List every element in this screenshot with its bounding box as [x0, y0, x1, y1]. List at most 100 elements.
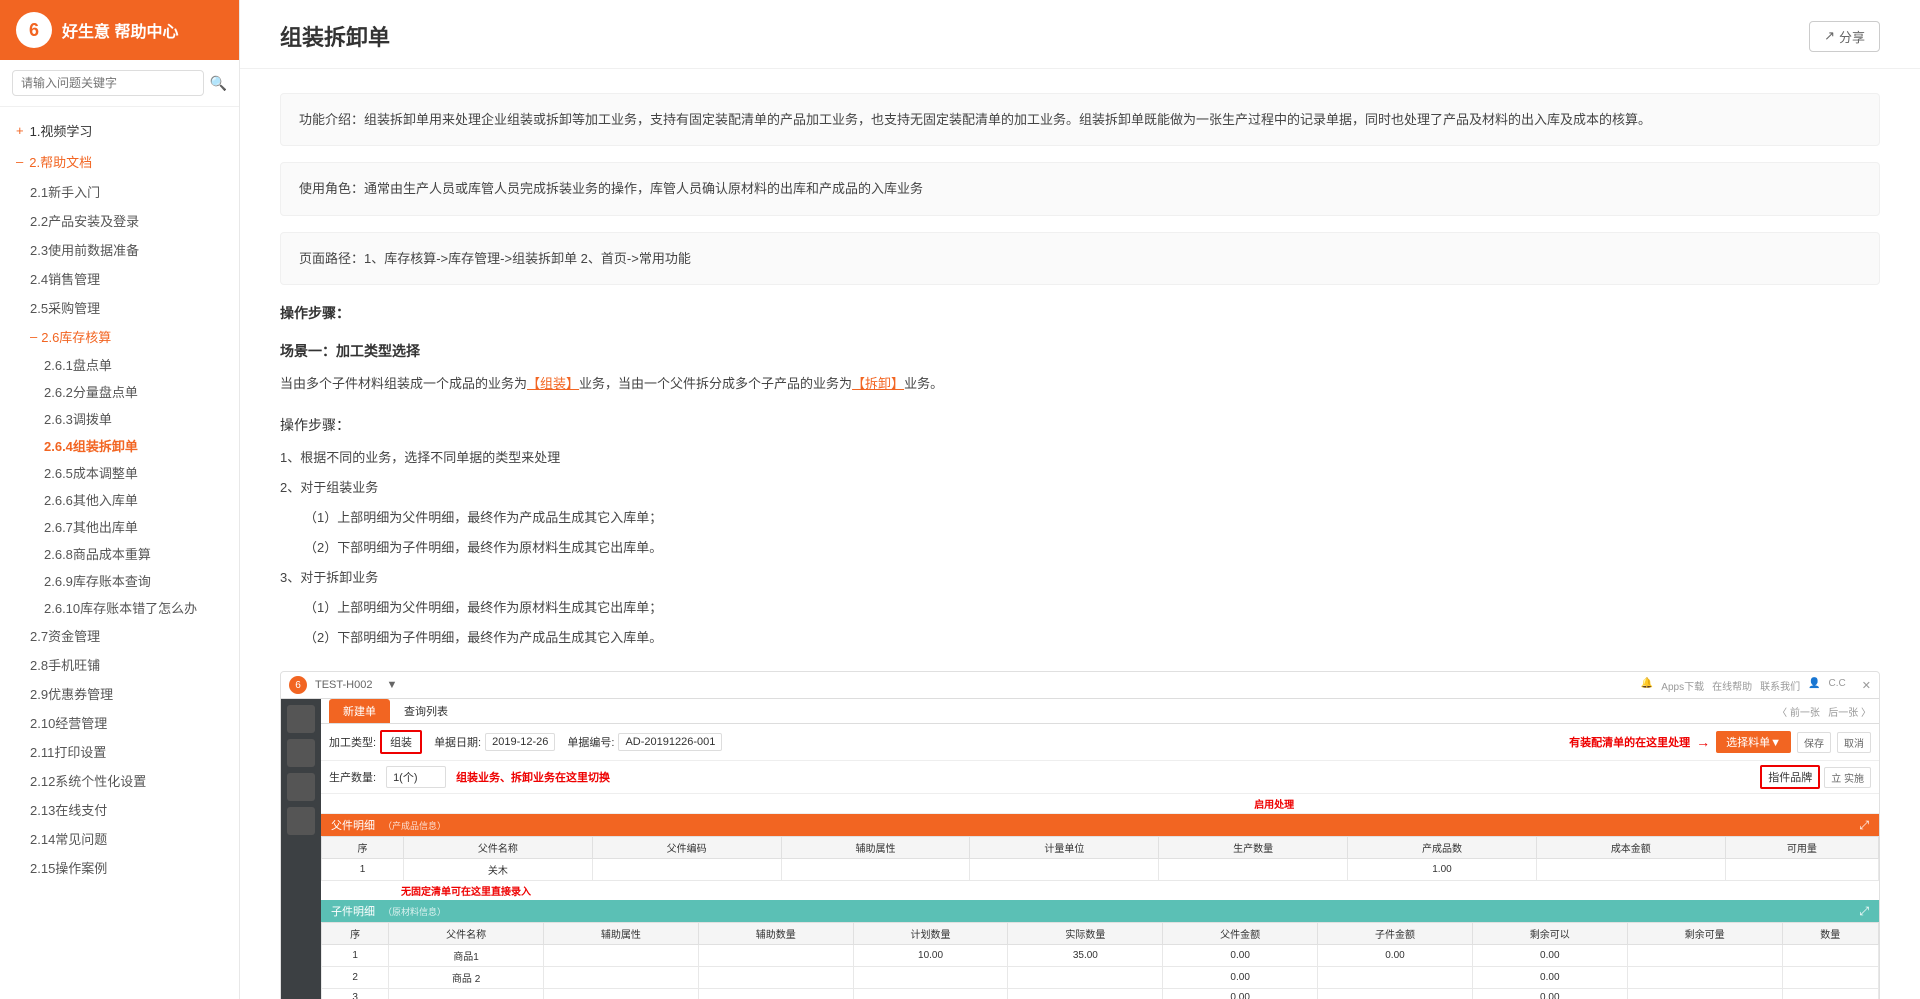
- mock-lth-remain2: 剩余可量: [1627, 923, 1782, 945]
- sidebar-item-other-out[interactable]: 2.6.7其他出库单: [0, 513, 239, 540]
- page-title: 组装拆卸单: [280, 20, 390, 52]
- mock-nav-icon-3: [287, 773, 315, 801]
- sidebar-item-customize[interactable]: 2.12系统个性化设置: [0, 766, 239, 795]
- mock-annotation4-row: 无固定清单可在这里直接录入: [321, 881, 1879, 900]
- mock-quantity-label: 生产数量:: [329, 769, 376, 785]
- sidebar-item-assembly[interactable]: 2.6.4组装拆卸单: [0, 432, 239, 459]
- search-icon[interactable]: 🔍: [210, 75, 227, 92]
- sidebar-item-partial-stocktake[interactable]: 2.6.2分量盘点单: [0, 378, 239, 405]
- search-input[interactable]: [12, 70, 204, 96]
- mock-tab-list[interactable]: 查询列表: [390, 699, 462, 723]
- mock-icon-contact: 联系我们: [1760, 678, 1800, 693]
- main-content: 组装拆卸单 ↗ 分享 功能介绍：组装拆卸单用来处理企业组装或拆卸等加工业务，支持…: [240, 0, 1920, 999]
- function-intro-text: 功能介绍：组装拆卸单用来处理企业组装或拆卸等加工业务，支持有固定装配清单的产品加…: [299, 112, 1651, 127]
- mock-top-icons: 🔔 Apps下载 在线帮助 联系我们 👤 C.C: [1641, 678, 1846, 693]
- step1-text: 1、根据不同的业务，选择不同单据的类型来处理: [280, 445, 1880, 471]
- mock-screen: 6 TEST-H002 ▼ 🔔 Apps下载 在线帮助 联系我们 👤 C.C ✕: [281, 672, 1879, 999]
- share-label: 分享: [1839, 27, 1865, 46]
- mock-ltd-rem2: [1627, 945, 1782, 967]
- sidebar-item-newcomer[interactable]: 2.1新手入门: [0, 177, 239, 206]
- annotation-direct-entry: 无固定清单可在这里直接录入: [401, 887, 531, 898]
- mock-lth-actual-qty: 实际数量: [1008, 923, 1163, 945]
- mock-ltd-seq3: 3: [322, 989, 389, 999]
- share-button[interactable]: ↗ 分享: [1809, 21, 1880, 52]
- annotation-arrow-1: →: [1696, 734, 1710, 750]
- sidebar-item-mobile[interactable]: 2.8手机旺铺: [0, 650, 239, 679]
- sidebar-item-ledger-query[interactable]: 2.6.9库存账本查询: [0, 567, 239, 594]
- mock-billno-input[interactable]: AD-20191226-001: [618, 733, 722, 751]
- sidebar-item-ledger-fix[interactable]: 2.6.10库存账本错了怎么办: [0, 594, 239, 621]
- mock-lth-plan-qty: 计划数量: [853, 923, 1008, 945]
- mock-icon-close: C.C: [1829, 678, 1846, 693]
- mock-icon-bell: 🔔: [1641, 678, 1653, 693]
- path-intro-block: 页面路径：1、库存核算->库存管理->组装拆卸单 2、首页->常用功能: [280, 232, 1880, 285]
- table-row: 1 商品1 10.00 35.00 0.00 0.00 0.00: [322, 945, 1879, 967]
- mock-td-unit: [970, 859, 1159, 881]
- mock-lth-seq: 序: [322, 923, 389, 945]
- mock-td-avail: [1725, 859, 1878, 881]
- mock-upper-section-header: 父件明细 （产成品信息） ⤢: [321, 814, 1879, 836]
- sidebar-item-inventory[interactable]: –2.6库存核算: [0, 322, 239, 351]
- mock-enable-input[interactable]: 指件品牌: [1760, 765, 1820, 789]
- sidebar-item-cost-adj[interactable]: 2.6.5成本调整单: [0, 459, 239, 486]
- mock-lower-table: 序 父件名称 辅助属性 辅助数量 计划数量 实际数量 父件金额 子件金额 剩余可: [321, 922, 1879, 999]
- mock-save-btn[interactable]: 保存: [1797, 732, 1831, 753]
- mock-cancel-btn[interactable]: 取消: [1837, 732, 1871, 753]
- mock-ltd-actual1: 35.00: [1008, 945, 1163, 967]
- scene1-title: 场景一：加工类型选择: [280, 341, 1880, 361]
- sidebar-item-video[interactable]: + 1.视频学习: [0, 115, 239, 146]
- sidebar-item-purchase[interactable]: 2.5采购管理: [0, 293, 239, 322]
- disassemble-link[interactable]: 【拆卸】: [852, 376, 904, 391]
- mock-td-code: [592, 859, 781, 881]
- mock-lth-parent-cost: 父件金额: [1163, 923, 1318, 945]
- mock-ltd-plan2: [853, 967, 1008, 989]
- sidebar-item-online-pay[interactable]: 2.13在线支付: [0, 795, 239, 824]
- mock-expand-icon[interactable]: ⤢: [1859, 818, 1869, 833]
- sidebar-item-docs[interactable]: – 2.帮助文档: [0, 146, 239, 177]
- sidebar-item-transfer[interactable]: 2.6.3调拨单: [0, 405, 239, 432]
- mock-lower-hint: （原材料信息）: [383, 905, 446, 918]
- sidebar-item-stocktake[interactable]: 2.6.1盘点单: [0, 351, 239, 378]
- mock-lower-label: 子件明细: [331, 903, 375, 919]
- mock-icon-help: 在线帮助: [1712, 678, 1752, 693]
- mock-lth-name: 父件名称: [389, 923, 544, 945]
- mock-ltd-name3: [389, 989, 544, 999]
- mock-enable-area: 指件品牌 立 实施: [1760, 765, 1871, 789]
- sidebar-item-data-prep[interactable]: 2.3使用前数据准备: [0, 235, 239, 264]
- mock-ltd-pcost2: 0.00: [1163, 967, 1318, 989]
- sidebar-item-cases[interactable]: 2.15操作案例: [0, 853, 239, 882]
- sidebar-item-install[interactable]: 2.2产品安装及登录: [0, 206, 239, 235]
- nav-list: + 1.视频学习 – 2.帮助文档 2.1新手入门 2.2产品安装及登录 2.3…: [0, 107, 239, 999]
- sidebar-item-finance[interactable]: 2.7资金管理: [0, 621, 239, 650]
- mock-date-input[interactable]: 2019-12-26: [485, 733, 555, 751]
- annotation-enable: 启用处理: [1254, 800, 1294, 811]
- assemble-link[interactable]: 【组装】: [527, 376, 579, 391]
- sidebar-item-print[interactable]: 2.11打印设置: [0, 737, 239, 766]
- mock-lower-expand-icon[interactable]: ⤢: [1859, 904, 1869, 919]
- operation-steps-subtitle: 操作步骤：: [280, 415, 1880, 435]
- sidebar-item-cost-recalc[interactable]: 2.6.8商品成本重算: [0, 540, 239, 567]
- sidebar-item-other-in[interactable]: 2.6.6其他入库单: [0, 486, 239, 513]
- mock-form-area: 加工类型: 组装 单据日期: 2019-12-26 单据编号: AD-20191…: [321, 724, 1879, 761]
- mock-th-prod-qty: 生产数量: [1159, 837, 1348, 859]
- mock-select-bom-btn[interactable]: 选择料单▼: [1716, 731, 1791, 753]
- mock-close-icon: ✕: [1862, 679, 1871, 692]
- sidebar-item-coupon[interactable]: 2.9优惠券管理: [0, 679, 239, 708]
- mock-annotation3-row: 启用处理: [321, 794, 1879, 814]
- mock-type-dropdown[interactable]: 组装: [380, 730, 422, 754]
- mock-tab-new[interactable]: 新建单: [329, 699, 390, 723]
- main-header: 组装拆卸单 ↗ 分享: [240, 0, 1920, 69]
- content-area: 功能介绍：组装拆卸单用来处理企业组装或拆卸等加工业务，支持有固定装配清单的产品加…: [240, 69, 1920, 999]
- mock-ltd-qty2: [1782, 967, 1879, 989]
- mock-th-seq: 序: [322, 837, 404, 859]
- operation-steps-title: 操作步骤：: [280, 303, 1880, 323]
- sidebar-item-sales[interactable]: 2.4销售管理: [0, 264, 239, 293]
- mock-main-content: 新建单 查询列表 〈 前一张 后一张 〉 加工类型: 组装: [321, 699, 1879, 999]
- sidebar-item-faq[interactable]: 2.14常见问题: [0, 824, 239, 853]
- mock-ltd-ccost1: 0.00: [1318, 945, 1473, 967]
- mock-ltd-plan1: 10.00: [853, 945, 1008, 967]
- role-intro-block: 使用角色：通常由生产人员或库管人员完成拆装业务的操作，库管人员确认原材料的出库和…: [280, 162, 1880, 215]
- mock-apply-btn[interactable]: 立 实施: [1824, 767, 1871, 788]
- mock-quantity-input[interactable]: 1(个): [386, 766, 446, 788]
- sidebar-item-ops[interactable]: 2.10经营管理: [0, 708, 239, 737]
